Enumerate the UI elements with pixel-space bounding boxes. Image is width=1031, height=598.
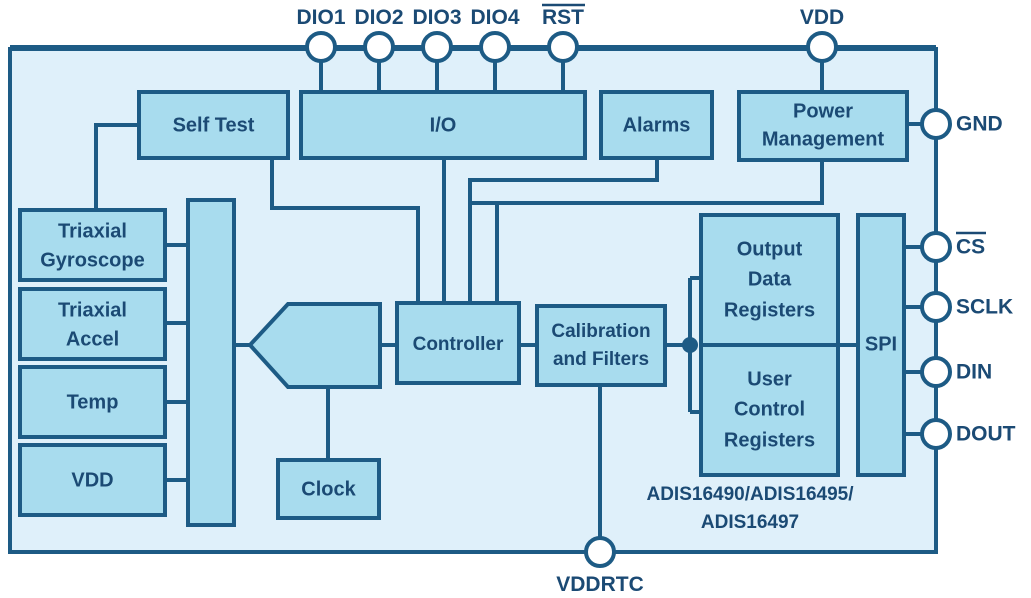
block-triaxial-gyroscope[interactable]: Triaxial Gyroscope [18,208,167,282]
part-number-line1: ADIS16490/ADIS16495/ [646,484,854,505]
block-triaxial-accel-label-line2: Accel [66,328,119,350]
pin-dio1-label: DIO1 [296,6,345,29]
block-clock[interactable]: Clock [276,458,381,520]
block-clock-label: Clock [301,478,356,500]
block-user-control-registers-label-line3: Registers [724,429,815,451]
block-vdd-sensor-label: VDD [71,469,113,491]
block-temp-label: Temp [67,391,119,413]
block-io[interactable]: I/O [299,90,587,160]
block-vdd-sensor[interactable]: VDD [18,443,167,517]
block-alarms[interactable]: Alarms [599,90,714,160]
pin-rst-label: RST [542,6,584,29]
pin-vddrtc-label: VDDRTC [556,573,644,596]
block-diagram-root: Self Test I/O Alarms Power Management Tr… [0,0,1031,598]
block-alarms-label: Alarms [623,114,691,136]
block-spi[interactable]: SPI [856,213,906,477]
block-triaxial-gyroscope-label-line2: Gyroscope [40,249,144,271]
block-triaxial-accel[interactable]: Triaxial Accel [18,287,167,361]
junction-dot-register-bus [682,337,698,353]
block-output-data-registers-label-line2: Data [748,268,792,290]
block-signal-bus [186,198,236,527]
block-calibration-label-line1: Calibration [551,321,650,342]
pin-cs-label: CS [956,236,985,259]
block-user-control-registers[interactable]: User Control Registers [699,343,840,477]
block-self-test-label: Self Test [173,114,255,136]
block-power-management-label-line1: Power [793,100,853,122]
block-user-control-registers-label-line2: Control [734,398,805,420]
block-io-label: I/O [430,114,457,136]
block-output-data-registers-label-line1: Output [737,238,803,260]
part-number-line2: ADIS16497 [701,512,799,533]
block-triaxial-gyroscope-label-line1: Triaxial [58,220,127,242]
pin-din-label: DIN [956,361,992,384]
block-triaxial-accel-label-line1: Triaxial [58,299,127,321]
block-self-test[interactable]: Self Test [137,90,290,160]
functional-block-diagram: Self Test I/O Alarms Power Management Tr… [8,3,1016,596]
block-controller-label: Controller [413,334,504,355]
block-controller[interactable]: Controller [395,301,521,385]
pin-dio2-label: DIO2 [354,6,403,29]
pin-dout-label: DOUT [956,423,1016,446]
pin-sclk[interactable]: SCLK [920,291,1013,323]
pin-sclk-label: SCLK [956,296,1013,319]
block-output-data-registers[interactable]: Output Data Registers [699,213,840,347]
block-power-management-label-line2: Management [762,128,885,150]
block-power-management[interactable]: Power Management [737,90,909,162]
pin-dout[interactable]: DOUT [920,418,1016,450]
block-user-control-registers-label-line1: User [747,368,792,390]
block-output-data-registers-label-line3: Registers [724,299,815,321]
pin-din[interactable]: DIN [920,356,992,388]
block-temp[interactable]: Temp [18,365,167,439]
block-spi-label: SPI [865,333,897,355]
pin-vdd-label: VDD [800,6,844,29]
pin-dio3-label: DIO3 [412,6,461,29]
pin-gnd[interactable]: GND [920,108,1003,140]
block-calibration-label-line2: and Filters [553,349,649,370]
block-calibration-and-filters[interactable]: Calibration and Filters [535,304,667,387]
pin-cs[interactable]: CS [920,231,986,263]
pin-dio4-label: DIO4 [470,6,519,29]
pin-gnd-label: GND [956,113,1003,136]
